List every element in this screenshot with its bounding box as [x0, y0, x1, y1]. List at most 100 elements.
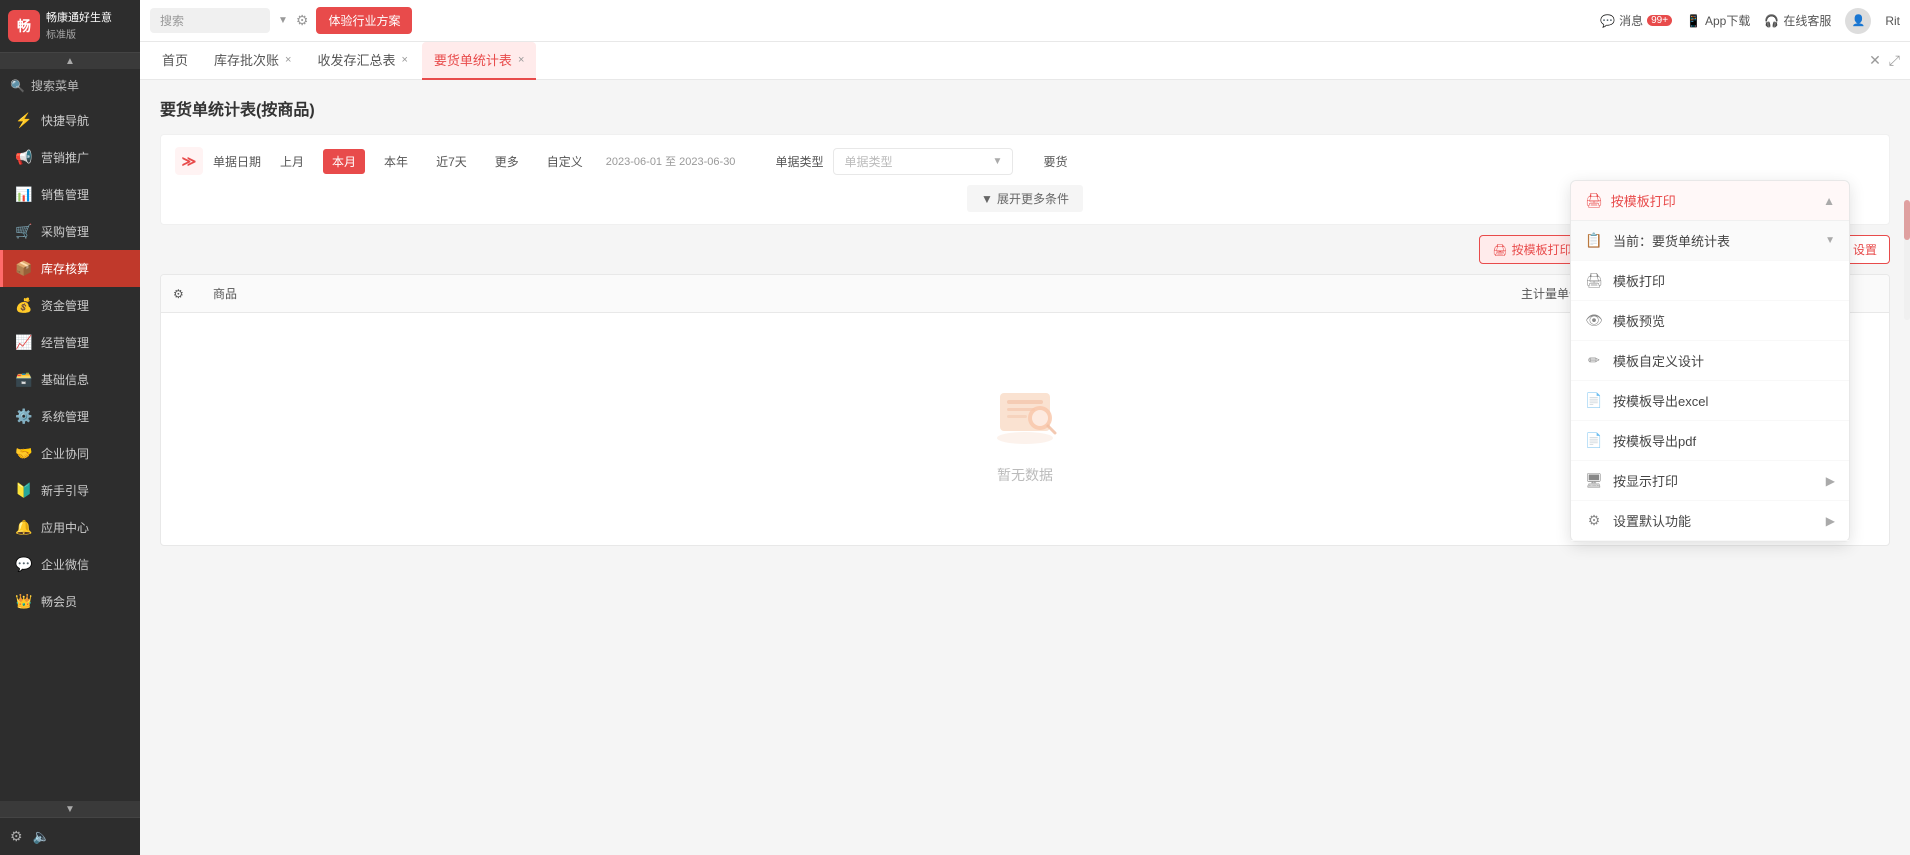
- topbar-gear-icon[interactable]: ⚙: [296, 12, 309, 29]
- sidebar-item-inventory[interactable]: 📦 库存核算: [0, 250, 140, 287]
- sidebar-item-guide[interactable]: 🔰 新手引导: [0, 472, 140, 509]
- dropdown-current-item[interactable]: 📋 当前：要货单统计表 ▼: [1571, 221, 1849, 261]
- dropdown-template-export-pdf[interactable]: 📄 按模板导出pdf: [1571, 421, 1849, 461]
- tab-maximize-icon[interactable]: ⤢: [1889, 52, 1900, 69]
- expand-icon: ▼: [981, 192, 993, 206]
- dropdown-default-settings[interactable]: ⚙ 设置默认功能 ▶: [1571, 501, 1849, 541]
- tab-order-stats-close[interactable]: ×: [518, 54, 524, 66]
- tab-home-label: 首页: [162, 50, 188, 69]
- right-scrollbar[interactable]: [1904, 200, 1910, 320]
- topbar-actions: 💬 消息 99+ 📱 App下载 🎧 在线客服 👤 Rit: [1600, 8, 1900, 34]
- sidebar: 畅 畅康通好生意 标准版 ▲ 🔍 搜索菜单 ⚡ 快捷导航 📢 营销推广 📊 销售…: [0, 0, 140, 855]
- sidebar-sound-icon[interactable]: 🔈: [33, 828, 50, 845]
- basic-info-icon: 🗃️: [15, 371, 33, 388]
- sidebar-item-sales[interactable]: 📊 销售管理: [0, 176, 140, 213]
- topbar-search[interactable]: 搜索: [150, 8, 270, 33]
- dropdown-header[interactable]: 🖨 按模板打印 ▲: [1571, 181, 1849, 221]
- online-service-action[interactable]: 🎧 在线客服: [1764, 12, 1831, 29]
- sidebar-logo: 畅: [8, 10, 40, 42]
- date-btn-custom[interactable]: 自定义: [538, 149, 592, 174]
- inventory-icon: 📦: [15, 260, 33, 277]
- tab-receipt-summary[interactable]: 收发存汇总表 ×: [305, 42, 419, 80]
- sidebar-item-basic-info[interactable]: 🗃️ 基础信息: [0, 361, 140, 398]
- sidebar-item-quick-nav[interactable]: ⚡ 快捷导航: [0, 102, 140, 139]
- main-content: 搜索 ▼ ⚙ 体验行业方案 💬 消息 99+ 📱 App下载 🎧 在线客服 👤 …: [140, 0, 1910, 855]
- sales-icon: 📊: [15, 186, 33, 203]
- dropdown-header-arrow-icon: ▲: [1823, 194, 1835, 208]
- default-settings-arrow-icon: ▶: [1826, 514, 1835, 528]
- sidebar-item-member[interactable]: 👑 畅会员: [0, 583, 140, 620]
- topbar: 搜索 ▼ ⚙ 体验行业方案 💬 消息 99+ 📱 App下载 🎧 在线客服 👤 …: [140, 0, 1910, 42]
- enterprise-icon: 🤝: [15, 445, 33, 462]
- type-filter-value: 单据类型: [844, 153, 988, 170]
- app-download-action[interactable]: 📱 App下载: [1686, 12, 1750, 29]
- topbar-chevron-icon[interactable]: ▼: [278, 15, 288, 26]
- sidebar-item-label: 采购管理: [41, 223, 89, 240]
- display-print-icon: 🖥: [1585, 472, 1603, 489]
- date-btn-last-month[interactable]: 上月: [271, 149, 313, 174]
- template-export-excel-label: 按模板导出excel: [1613, 391, 1835, 410]
- tab-inventory-batch-label: 库存批次账: [214, 50, 279, 69]
- tab-order-stats-label: 要货单统计表: [434, 50, 512, 69]
- sidebar-search[interactable]: 🔍 搜索菜单: [0, 69, 140, 102]
- sidebar-item-label: 营销推广: [41, 149, 89, 166]
- tab-receipt-summary-close[interactable]: ×: [401, 54, 407, 66]
- sidebar-item-finance[interactable]: 💰 资金管理: [0, 287, 140, 324]
- member-icon: 👑: [15, 593, 33, 610]
- sidebar-item-purchase[interactable]: 🛒 采购管理: [0, 213, 140, 250]
- username-label[interactable]: Rit: [1885, 14, 1900, 28]
- dropdown-template-print[interactable]: 🖨 模板打印: [1571, 261, 1849, 301]
- display-print-arrow-icon: ▶: [1826, 474, 1835, 488]
- date-btn-7days[interactable]: 近7天: [427, 149, 476, 174]
- template-custom-label: 模板自定义设计: [1613, 351, 1835, 370]
- filter-expand-button[interactable]: ≫: [175, 147, 203, 175]
- avatar-placeholder: 👤: [1851, 14, 1865, 27]
- type-filter-select[interactable]: 单据类型 ▼: [833, 148, 1013, 175]
- current-item-icon: 📋: [1585, 232, 1603, 249]
- template-export-excel-icon: 📄: [1585, 392, 1603, 409]
- sidebar-item-system[interactable]: ⚙️ 系统管理: [0, 398, 140, 435]
- tab-home[interactable]: 首页: [150, 42, 200, 80]
- expand-more-button[interactable]: ▼ 展开更多条件: [967, 185, 1083, 212]
- tab-close-all-icon[interactable]: ✕: [1869, 52, 1881, 69]
- dropdown-template-preview[interactable]: 👁 模板预览: [1571, 301, 1849, 341]
- sidebar-scroll-up[interactable]: ▲: [0, 53, 140, 69]
- headset-icon: 🎧: [1764, 14, 1779, 28]
- dropdown-template-custom[interactable]: ✏ 模板自定义设计: [1571, 341, 1849, 381]
- current-item-chevron-icon: ▼: [1825, 235, 1835, 246]
- sidebar-title-block: 畅康通好生意 标准版: [46, 11, 112, 40]
- sidebar-settings-icon[interactable]: ⚙: [10, 828, 23, 845]
- date-btn-more[interactable]: 更多: [486, 149, 528, 174]
- date-btn-this-month[interactable]: 本月: [323, 149, 365, 174]
- tab-inventory-batch[interactable]: 库存批次账 ×: [202, 42, 303, 80]
- sidebar-scroll-down[interactable]: ▼: [0, 801, 140, 817]
- default-settings-label: 设置默认功能: [1613, 511, 1816, 530]
- message-badge: 99+: [1647, 15, 1672, 26]
- tab-inventory-batch-close[interactable]: ×: [285, 54, 291, 66]
- tabs-controls: ✕ ⤢: [1869, 52, 1900, 69]
- sidebar-item-marketing[interactable]: 📢 营销推广: [0, 139, 140, 176]
- sidebar-item-label: 快捷导航: [41, 112, 89, 129]
- dropdown-header-icon: 🖨: [1585, 192, 1603, 209]
- sidebar-footer: ⚙ 🔈: [0, 817, 140, 855]
- message-action[interactable]: 💬 消息 99+: [1600, 12, 1672, 29]
- table-header-settings[interactable]: ⚙: [161, 277, 201, 311]
- trial-button[interactable]: 体验行业方案: [316, 7, 412, 34]
- tab-order-stats[interactable]: 要货单统计表 ×: [422, 42, 536, 80]
- sidebar-item-enterprise[interactable]: 🤝 企业协同: [0, 435, 140, 472]
- finance-icon: 💰: [15, 297, 33, 314]
- template-custom-icon: ✏: [1585, 352, 1603, 369]
- date-btn-this-year[interactable]: 本年: [375, 149, 417, 174]
- wechat-icon: 💬: [15, 556, 33, 573]
- sidebar-item-operations[interactable]: 📈 经营管理: [0, 324, 140, 361]
- user-avatar[interactable]: 👤: [1845, 8, 1871, 34]
- dropdown-display-print[interactable]: 🖥 按显示打印 ▶: [1571, 461, 1849, 501]
- scrollbar-thumb[interactable]: [1904, 200, 1910, 240]
- sidebar-item-wechat[interactable]: 💬 企业微信: [0, 546, 140, 583]
- dropdown-template-export-excel[interactable]: 📄 按模板导出excel: [1571, 381, 1849, 421]
- marketing-icon: 📢: [15, 149, 33, 166]
- sidebar-item-label: 系统管理: [41, 408, 89, 425]
- sidebar-item-app-center[interactable]: 🔔 应用中心: [0, 509, 140, 546]
- type-filter-group: 单据类型: [775, 153, 823, 170]
- operations-icon: 📈: [15, 334, 33, 351]
